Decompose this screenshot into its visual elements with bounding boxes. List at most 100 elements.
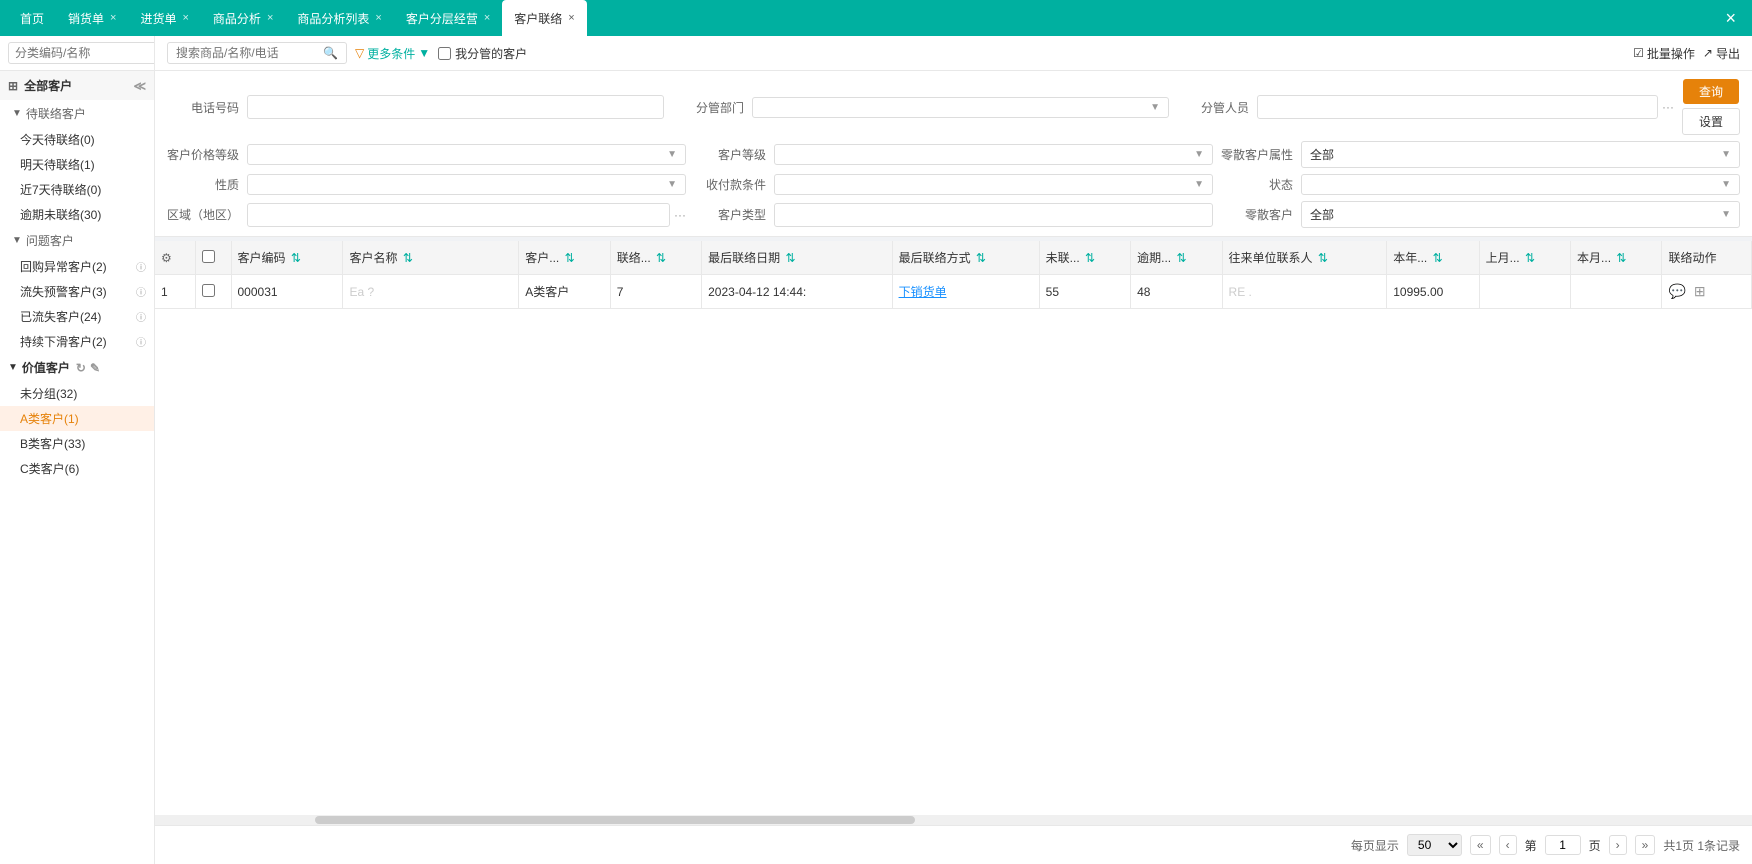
page-size-label: 每页显示 xyxy=(1351,837,1399,854)
cell-last-method[interactable]: 下销货单 xyxy=(892,275,1039,309)
status-select[interactable]: ▼ xyxy=(1301,174,1740,195)
first-page-button[interactable]: « xyxy=(1470,835,1491,855)
scrollbar-thumb[interactable] xyxy=(315,816,915,824)
close-customer-tier-icon[interactable]: × xyxy=(484,12,490,24)
settings-button[interactable]: 设置 xyxy=(1682,108,1740,135)
sidebar-item-churned[interactable]: 已流失客户(24) ⓘ xyxy=(0,304,154,329)
th-this-year[interactable]: 本年... ⇅ xyxy=(1387,241,1479,275)
sidebar-item-b-class[interactable]: B类客户(33) xyxy=(0,431,154,456)
edit-value-icon[interactable]: ✎ xyxy=(90,361,100,375)
payment-label: 收付款条件 xyxy=(694,176,774,193)
info-churn-warning-icon: ⓘ xyxy=(136,284,146,299)
sidebar-search-input[interactable] xyxy=(8,42,155,64)
more-conditions-button[interactable]: ▽ 更多条件 ▼ xyxy=(355,45,430,62)
sidebar-group-pending[interactable]: ▼ 待联络客户 xyxy=(0,100,154,127)
dept-select[interactable]: ▼ xyxy=(752,97,1169,118)
all-customers-header[interactable]: ⊞ 全部客户 ≪ xyxy=(0,71,154,100)
sidebar-item-a-class[interactable]: A类客户(1) xyxy=(0,406,154,431)
close-customer-contact-icon[interactable]: × xyxy=(568,12,574,24)
cell-code: 000031 xyxy=(231,275,343,309)
close-product-analysis-list-icon[interactable]: × xyxy=(375,12,381,24)
row-checkbox[interactable] xyxy=(202,284,215,297)
sidebar-item-today[interactable]: 今天待联络(0) xyxy=(0,127,154,152)
filter-row-3: 性质 ▼ 收付款条件 ▼ 状态 xyxy=(167,174,1740,195)
sidebar-item-abnormal-repurchase[interactable]: 回购异常客户(2) ⓘ xyxy=(0,254,154,279)
retail-customer-field: 零散客户 全部 ▼ xyxy=(1221,201,1740,228)
nav-customer-tier[interactable]: 客户分层经营 × xyxy=(394,0,502,36)
sidebar-item-7days[interactable]: 近7天待联络(0) xyxy=(0,177,154,202)
content-area: 🔍 ▽ 更多条件 ▼ 我分管的客户 ☑ 批量操作 ↗ 导出 xyxy=(155,36,1752,864)
main-search-icon[interactable]: 🔍 xyxy=(323,46,338,60)
comment-action-icon[interactable]: 💬 xyxy=(1668,283,1685,300)
nav-sales[interactable]: 销货单 × xyxy=(56,0,128,36)
sidebar-item-tomorrow[interactable]: 明天待联络(1) xyxy=(0,152,154,177)
retail-attr-select[interactable]: 全部 ▼ xyxy=(1301,141,1740,168)
close-purchase-icon[interactable]: × xyxy=(182,12,188,24)
sidebar-group-value[interactable]: ▼ 价值客户 ↻ ✎ xyxy=(0,354,154,381)
payment-select[interactable]: ▼ xyxy=(774,174,1213,195)
customer-level-select[interactable]: ▼ xyxy=(774,144,1213,165)
th-this-month[interactable]: 本月... ⇅ xyxy=(1571,241,1662,275)
page-number-input[interactable] xyxy=(1545,835,1581,855)
th-settings[interactable]: ⚙ xyxy=(155,241,195,275)
customer-table: ⚙ 客户编码 ⇅ 客户名称 ⇅ xyxy=(155,241,1752,309)
sidebar-item-declining[interactable]: 持续下滑客户(2) ⓘ xyxy=(0,329,154,354)
chevron-down-icon: ▼ xyxy=(418,46,430,60)
th-last-date[interactable]: 最后联络日期 ⇅ xyxy=(702,241,892,275)
close-sales-icon[interactable]: × xyxy=(110,12,116,24)
sidebar-item-c-class[interactable]: C类客户(6) xyxy=(0,456,154,481)
batch-ops-button[interactable]: ☑ 批量操作 xyxy=(1633,45,1695,62)
sidebar-group-problem[interactable]: ▼ 问题客户 xyxy=(0,227,154,254)
horizontal-scrollbar[interactable] xyxy=(155,815,1752,825)
my-customers-checkbox[interactable] xyxy=(438,47,451,60)
th-overdue[interactable]: 逾期... ⇅ xyxy=(1131,241,1222,275)
sort-name-icon: ⇅ xyxy=(403,251,413,265)
th-action: 联络动作 xyxy=(1662,241,1752,275)
price-level-select[interactable]: ▼ xyxy=(247,144,686,165)
page-size-select[interactable]: 50 100 xyxy=(1407,834,1462,856)
nav-customer-contact[interactable]: 客户联络 × xyxy=(502,0,586,36)
manager-input[interactable] xyxy=(1257,95,1658,119)
th-name[interactable]: 客户名称 ⇅ xyxy=(343,241,519,275)
region-field: 区域（地区） ··· xyxy=(167,203,686,227)
status-label: 状态 xyxy=(1221,176,1301,193)
th-uncontacted[interactable]: 未联... ⇅ xyxy=(1039,241,1130,275)
customer-type-input[interactable] xyxy=(774,203,1213,227)
close-all-button[interactable]: × xyxy=(1717,8,1744,29)
nav-purchase[interactable]: 进货单 × xyxy=(128,0,200,36)
close-product-analysis-icon[interactable]: × xyxy=(267,12,273,24)
th-contact[interactable]: 联络... ⇅ xyxy=(610,241,701,275)
qr-action-icon[interactable]: ⊞ xyxy=(1694,283,1706,300)
sidebar-item-churn-warning[interactable]: 流失预警客户(3) ⓘ xyxy=(0,279,154,304)
region-dots-icon[interactable]: ··· xyxy=(674,208,686,222)
query-button[interactable]: 查询 xyxy=(1683,79,1739,104)
phone-input[interactable] xyxy=(247,95,664,119)
nature-select[interactable]: ▼ xyxy=(247,174,686,195)
retail-customer-select[interactable]: 全部 ▼ xyxy=(1301,201,1740,228)
retail-customer-chevron-icon: ▼ xyxy=(1721,209,1731,220)
payment-chevron-icon: ▼ xyxy=(1194,179,1204,190)
cell-last-date: 2023-04-12 14:44: xyxy=(702,275,892,309)
th-last-month[interactable]: 上月... ⇅ xyxy=(1479,241,1570,275)
main-search-input[interactable] xyxy=(176,46,323,60)
table-gear-icon[interactable]: ⚙ xyxy=(161,251,172,265)
th-last-method[interactable]: 最后联络方式 ⇅ xyxy=(892,241,1039,275)
sidebar-item-unclassified[interactable]: 未分组(32) xyxy=(0,381,154,406)
region-input[interactable] xyxy=(247,203,670,227)
th-code[interactable]: 客户编码 ⇅ xyxy=(231,241,343,275)
manager-dots-icon[interactable]: ··· xyxy=(1662,100,1674,114)
th-type[interactable]: 客户... ⇅ xyxy=(519,241,610,275)
collapse-sidebar-icon[interactable]: ≪ xyxy=(133,79,146,93)
refresh-value-icon[interactable]: ↻ xyxy=(76,361,86,375)
export-button[interactable]: ↗ 导出 xyxy=(1703,45,1740,62)
next-page-button[interactable]: › xyxy=(1609,835,1627,855)
nav-home[interactable]: 首页 xyxy=(8,0,56,36)
select-all-checkbox[interactable] xyxy=(202,250,215,263)
nav-product-analysis-list[interactable]: 商品分析列表 × xyxy=(285,0,393,36)
export-icon: ↗ xyxy=(1703,46,1713,60)
th-unit-contact[interactable]: 往来单位联系人 ⇅ xyxy=(1222,241,1387,275)
prev-page-button[interactable]: ‹ xyxy=(1499,835,1517,855)
last-page-button[interactable]: » xyxy=(1635,835,1656,855)
nav-product-analysis[interactable]: 商品分析 × xyxy=(201,0,285,36)
sidebar-item-overdue[interactable]: 逾期未联络(30) xyxy=(0,202,154,227)
